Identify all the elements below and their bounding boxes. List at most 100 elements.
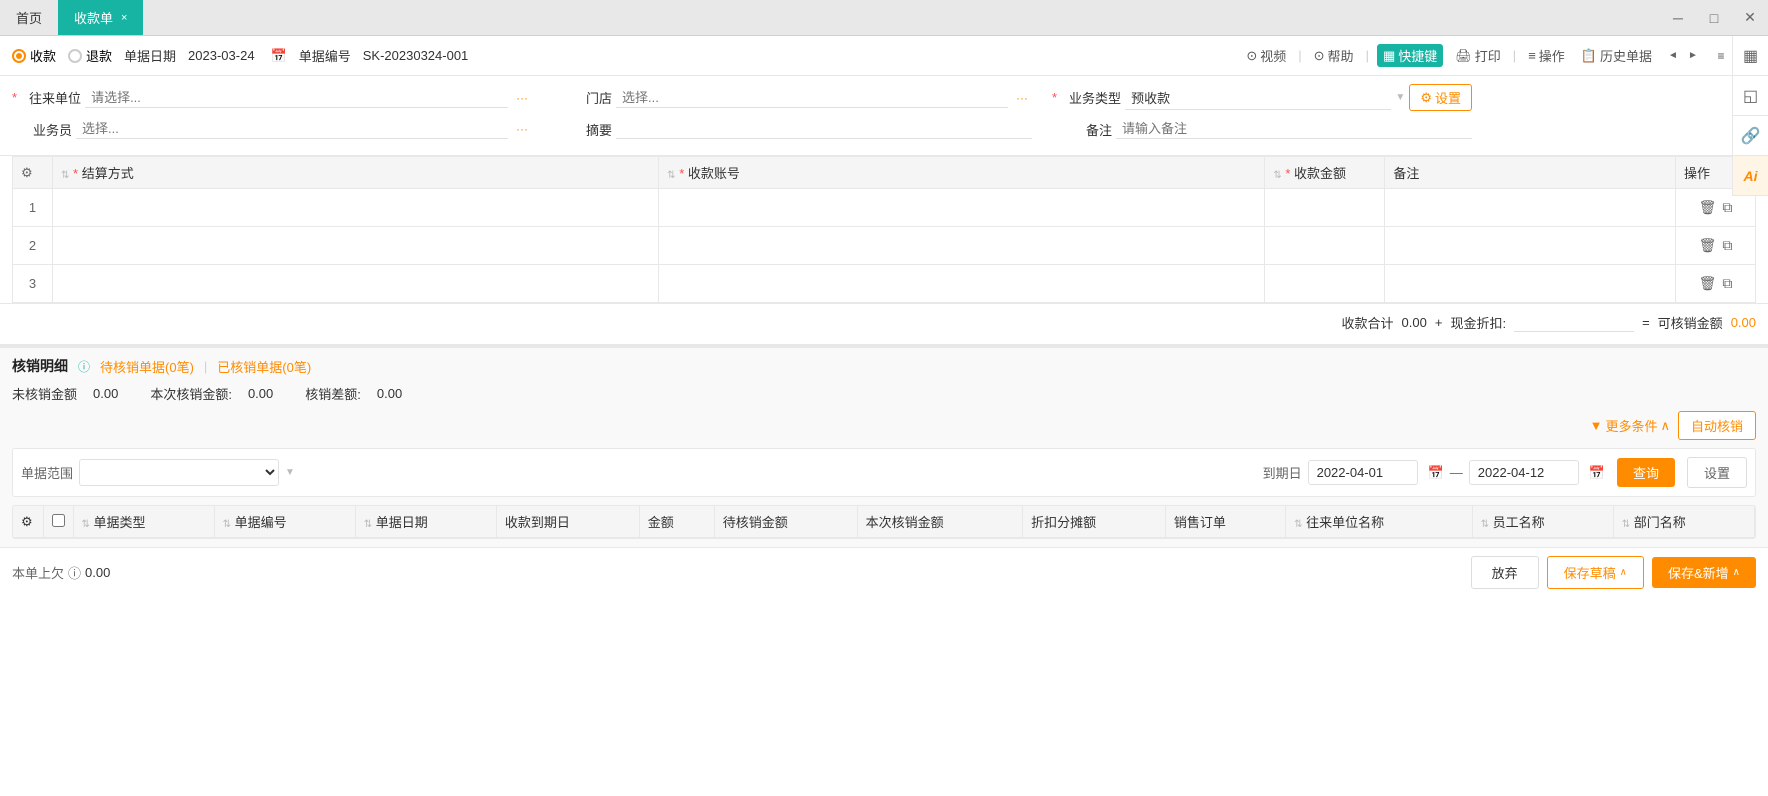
row-2-settlement[interactable] <box>53 227 659 265</box>
row-2-remark[interactable] <box>1385 227 1676 265</box>
history-btn[interactable]: 📋 历史单据 <box>1577 44 1656 67</box>
staff-more-btn[interactable]: ··· <box>512 122 532 136</box>
remark-input[interactable] <box>1116 119 1472 139</box>
col-account-header: ⇅ * 收款账号 <box>659 157 1265 189</box>
summary-input[interactable] <box>616 119 1032 139</box>
ops-icon: ≡ <box>1528 48 1536 63</box>
maximize-button[interactable]: □ <box>1696 0 1732 36</box>
row-1-delete-icon[interactable]: 🗑 <box>1699 199 1717 216</box>
toolbar: 收款 退款 单据日期 2023-03-24 📅 单据编号 SK-20230324… <box>0 36 1768 76</box>
sidebar-link-icon[interactable]: 🔗 <box>1733 116 1768 156</box>
select-all-checkbox[interactable] <box>52 514 65 527</box>
shortcut-btn[interactable]: ▦ 快捷键 <box>1377 44 1443 67</box>
row-3-delete-icon[interactable]: 🗑 <box>1699 275 1717 292</box>
close-button[interactable]: ✕ <box>1732 0 1768 36</box>
biz-type-field: * 业务类型 预收款 ▼ ⚙ 设置 <box>1052 84 1472 111</box>
video-btn[interactable]: ⊙ 视频 <box>1242 44 1290 67</box>
discard-button[interactable]: 放弃 <box>1471 556 1539 589</box>
row-3-copy-icon[interactable]: ⧉ <box>1722 275 1732 292</box>
discount-input[interactable] <box>1514 312 1634 332</box>
view-list[interactable]: ≡ <box>1710 46 1732 66</box>
sidebar-table-icon[interactable]: ▦ <box>1733 36 1768 76</box>
auto-hx-button[interactable]: 自动核销 <box>1678 411 1756 440</box>
window-controls: ─ □ ✕ <box>1660 0 1768 36</box>
staff-field: 业务员 ··· <box>12 119 532 139</box>
tab-home[interactable]: 首页 <box>0 0 58 35</box>
table-gear-icon[interactable]: ⚙ <box>21 165 33 180</box>
radio-receipt[interactable]: 收款 <box>12 46 56 65</box>
hx-search-row: 单据范围 ▼ 到期日 📅 — 📅 查询 设置 <box>12 448 1756 497</box>
col-amount-header: ⇅ * 收款金额 <box>1265 157 1385 189</box>
row-2-amount[interactable] <box>1265 227 1385 265</box>
ops-label: 操作 <box>1539 46 1565 65</box>
sidebar-doc-icon[interactable]: ◱ <box>1733 76 1768 116</box>
table-gear-header[interactable]: ⚙ <box>13 157 53 189</box>
radio-receipt-label: 收款 <box>30 46 56 65</box>
table-section: ⚙ ⇅ * 结算方式 ⇅ * 收款账号 ⇅ * 收款 <box>0 156 1768 303</box>
calendar-icon[interactable]: 📅 <box>271 48 287 64</box>
row-1-remark[interactable] <box>1385 189 1676 227</box>
row-2-copy-icon[interactable]: ⧉ <box>1722 237 1732 254</box>
calendar-to-icon[interactable]: 📅 <box>1589 465 1605 481</box>
store-more-btn[interactable]: ··· <box>1012 91 1032 105</box>
hx-info-icon[interactable]: ⓘ <box>78 358 90 375</box>
row-3-amount[interactable] <box>1265 265 1385 303</box>
store-label: 门店 <box>552 88 612 107</box>
history-label: 历史单据 <box>1600 46 1652 65</box>
row-3-account[interactable] <box>659 265 1265 303</box>
row-2-delete-icon[interactable]: 🗑 <box>1699 237 1717 254</box>
help-icon: ⊙ <box>1314 48 1325 64</box>
doc-date-value[interactable]: 2023-03-24 <box>188 48 255 63</box>
hx-header: 核销明细 ⓘ 待核销单据(0笔) | 已核销单据(0笔) <box>12 356 1756 376</box>
hx-settings-button[interactable]: 设置 <box>1687 457 1747 488</box>
row-1-account[interactable] <box>659 189 1265 227</box>
row-1-amount[interactable] <box>1265 189 1385 227</box>
hx-gear-icon: ⚙ <box>21 514 33 529</box>
row-3-remark[interactable] <box>1385 265 1676 303</box>
row-3-settlement[interactable] <box>53 265 659 303</box>
filter-icon: ▼ <box>1590 418 1603 433</box>
row-2-account[interactable] <box>659 227 1265 265</box>
col-collection-date-header: 收款到期日 <box>496 506 639 538</box>
col-settlement-header: ⇅ * 结算方式 <box>53 157 659 189</box>
more-conditions-btn[interactable]: ▼ 更多条件 ∧ <box>1590 416 1670 435</box>
calendar-from-icon[interactable]: 📅 <box>1428 465 1444 481</box>
store-input[interactable] <box>616 88 1008 108</box>
hx-pending-tab[interactable]: 待核销单据(0笔) <box>100 357 194 376</box>
sidebar-ai-icon[interactable]: Ai <box>1733 156 1768 196</box>
help-btn[interactable]: ⊙ 帮助 <box>1310 44 1358 67</box>
tab-receipt-label: 收款单 <box>74 8 113 27</box>
tab-close-icon[interactable]: × <box>121 12 127 24</box>
radio-refund[interactable]: 退款 <box>68 46 112 65</box>
biz-type-caret[interactable]: ▼ <box>1395 92 1405 103</box>
counter-party-more-btn[interactable]: ··· <box>512 91 532 105</box>
row-1-settlement[interactable] <box>53 189 659 227</box>
ops-btn[interactable]: ≡ 操作 <box>1524 44 1569 67</box>
save-new-button[interactable]: 保存&新增 ∧ <box>1652 557 1756 588</box>
draft-button[interactable]: 保存草稿 ∧ <box>1547 556 1644 589</box>
col-pending-header: 待核销金额 <box>714 506 857 538</box>
col-date-header: ⇅ 单据日期 <box>355 506 496 538</box>
staff-label: 业务员 <box>12 120 72 139</box>
settings-label: 设置 <box>1435 88 1461 107</box>
range-select[interactable] <box>79 459 279 486</box>
counter-party-input[interactable] <box>85 88 508 108</box>
staff-input[interactable] <box>76 119 508 139</box>
print-btn[interactable]: 🖨 打印 <box>1451 44 1505 67</box>
row-1-copy-icon[interactable]: ⧉ <box>1722 199 1732 216</box>
hx-checkbox-header[interactable] <box>43 506 73 538</box>
due-date-to[interactable] <box>1469 460 1579 485</box>
unverified-label: 未核销金额 <box>12 384 77 403</box>
due-date-from[interactable] <box>1308 460 1418 485</box>
nav-prev[interactable]: ◄ <box>1664 47 1682 65</box>
hx-done-tab[interactable]: 已核销单据(0笔) <box>217 357 311 376</box>
tab-receipt[interactable]: 收款单 × <box>58 0 143 35</box>
discount-label: 现金折扣: <box>1450 313 1506 332</box>
settings-button[interactable]: ⚙ 设置 <box>1409 84 1472 111</box>
nav-next[interactable]: ► <box>1684 47 1702 65</box>
hx-gear-header[interactable]: ⚙ <box>13 506 43 538</box>
minimize-button[interactable]: ─ <box>1660 0 1696 36</box>
query-button[interactable]: 查询 <box>1617 458 1675 487</box>
diff-label: 核销差额: <box>305 384 361 403</box>
data-table: ⚙ ⇅ * 结算方式 ⇅ * 收款账号 ⇅ * 收款 <box>12 156 1756 303</box>
